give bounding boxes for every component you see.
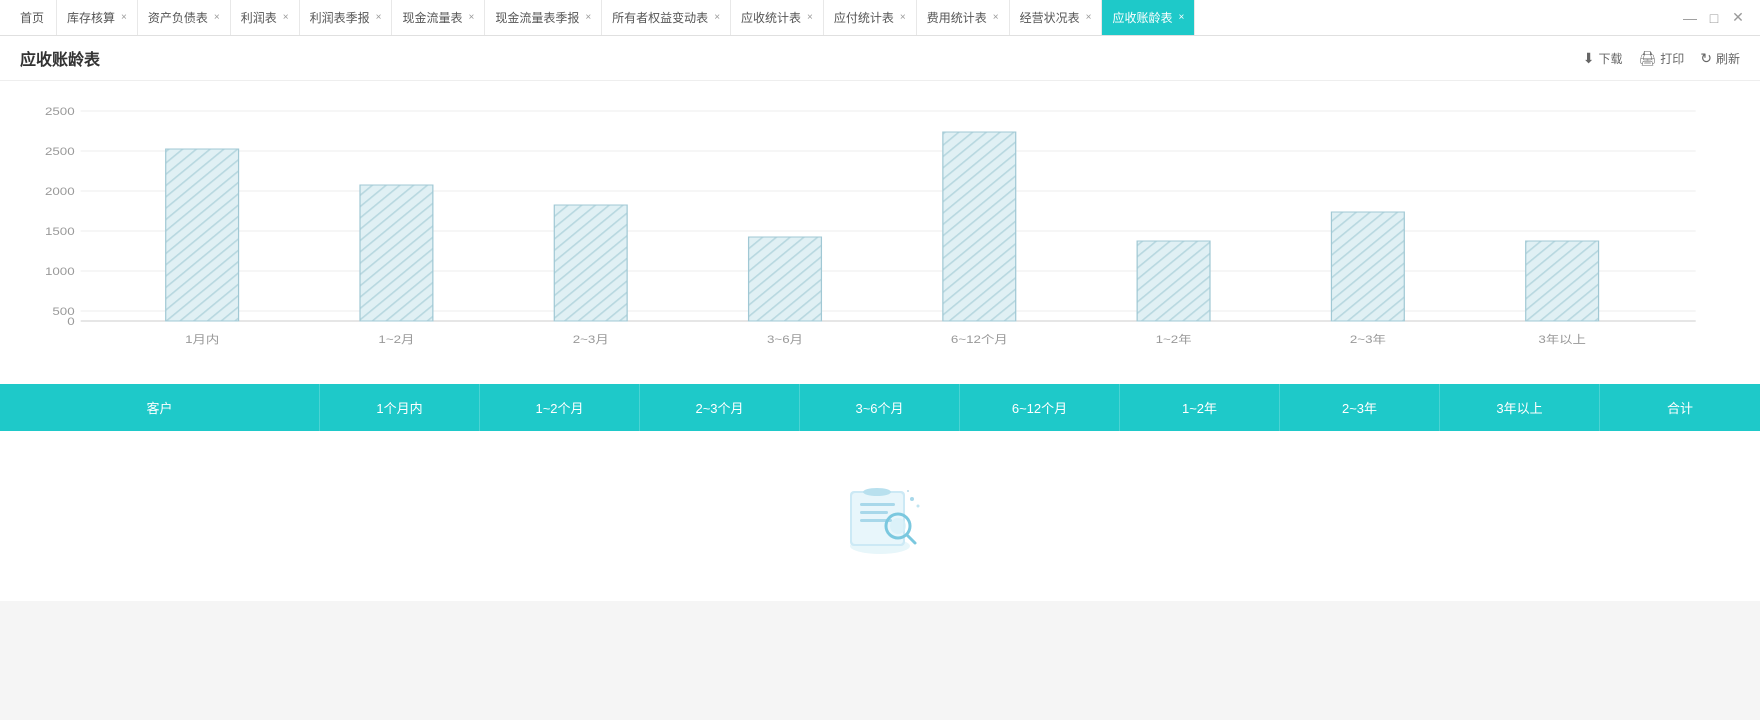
- tab-ar-aging[interactable]: 应收账龄表 ×: [1102, 0, 1195, 36]
- header-cell-6-12m: 6~12个月: [960, 384, 1120, 431]
- tab-balance-label: 资产负债表: [148, 9, 208, 26]
- bar-6-12月: [943, 132, 1016, 321]
- tab-expense-stats-label: 费用统计表: [927, 9, 987, 26]
- download-button[interactable]: ⬇ 下载: [1583, 50, 1623, 67]
- header-cell-customer: 客户: [0, 384, 320, 431]
- header-cell-2-3y: 2~3年: [1280, 384, 1440, 431]
- print-label: 打印: [1660, 50, 1684, 67]
- header-cell-1-2m: 1~2个月: [480, 384, 640, 431]
- tab-inventory[interactable]: 库存核算 ×: [57, 0, 138, 36]
- tab-profit[interactable]: 利润表 ×: [231, 0, 300, 36]
- header-cell-1m: 1个月内: [320, 384, 480, 431]
- empty-state: [0, 431, 1760, 601]
- bar-chart: 0 500 1000 1500 2000 2500 2500: [20, 101, 1720, 361]
- tab-cashflow-quarterly-label: 现金流量表季报: [495, 9, 579, 26]
- tab-expense-stats-close[interactable]: ×: [993, 12, 999, 23]
- tab-cashflow-close[interactable]: ×: [468, 12, 474, 23]
- tab-ar-stats-label: 应收统计表: [741, 9, 801, 26]
- svg-text:2500: 2500: [45, 105, 75, 118]
- header-cell-3y-plus: 3年以上: [1440, 384, 1600, 431]
- tab-equity-close[interactable]: ×: [714, 12, 720, 23]
- bar-2-3月: [554, 205, 627, 321]
- window-controls: — □ ✕: [1680, 8, 1752, 28]
- svg-text:1500: 1500: [45, 225, 75, 238]
- tab-profit-close[interactable]: ×: [283, 12, 289, 23]
- tab-cashflow-quarterly[interactable]: 现金流量表季报 ×: [485, 0, 602, 36]
- maximize-button[interactable]: □: [1704, 8, 1724, 28]
- svg-text:1月内: 1月内: [185, 333, 219, 346]
- tab-balance-close[interactable]: ×: [214, 12, 220, 23]
- refresh-icon: ↻: [1700, 50, 1712, 67]
- svg-text:2000: 2000: [45, 185, 75, 198]
- tab-cashflow[interactable]: 现金流量表 ×: [392, 0, 485, 36]
- print-button[interactable]: 🖨 打印: [1638, 50, 1684, 67]
- tab-ar-aging-label: 应收账龄表: [1112, 9, 1172, 26]
- tab-ap-stats-close[interactable]: ×: [900, 12, 906, 23]
- svg-text:2500: 2500: [45, 145, 75, 158]
- svg-text:1000: 1000: [45, 265, 75, 278]
- tab-equity-label: 所有者权益变动表: [612, 9, 708, 26]
- tab-equity[interactable]: 所有者权益变动表 ×: [602, 0, 731, 36]
- bar-1-2月: [360, 185, 433, 321]
- svg-text:2~3年: 2~3年: [1350, 333, 1386, 346]
- tab-cashflow-label: 现金流量表: [402, 9, 462, 26]
- chart-area: 0 500 1000 1500 2000 2500 2500: [0, 81, 1760, 384]
- table-header: 客户 1个月内 1~2个月 2~3个月 3~6个月 6~12个月 1~2年 2~…: [0, 384, 1760, 431]
- bar-3年以上: [1526, 241, 1599, 321]
- bar-2-3年: [1331, 212, 1404, 321]
- tab-ar-stats-close[interactable]: ×: [807, 12, 813, 23]
- tab-bar: 首页 库存核算 × 资产负债表 × 利润表 × 利润表季报 × 现金流量表 × …: [0, 0, 1760, 36]
- minimize-button[interactable]: —: [1680, 8, 1700, 28]
- download-label: 下载: [1598, 50, 1622, 67]
- bar-3-6月: [749, 237, 822, 321]
- tab-inventory-close[interactable]: ×: [121, 12, 127, 23]
- tab-profit-quarterly-close[interactable]: ×: [376, 12, 382, 23]
- tab-operations[interactable]: 经营状况表 ×: [1010, 0, 1103, 36]
- download-icon: ⬇: [1583, 50, 1595, 67]
- main-content: 0 500 1000 1500 2000 2500 2500: [0, 81, 1760, 601]
- tab-expense-stats[interactable]: 费用统计表 ×: [917, 0, 1010, 36]
- svg-text:500: 500: [52, 305, 74, 318]
- header-cell-2-3m: 2~3个月: [640, 384, 800, 431]
- tab-ap-stats-label: 应付统计表: [834, 9, 894, 26]
- tab-home[interactable]: 首页: [8, 0, 57, 36]
- refresh-button[interactable]: ↻ 刷新: [1700, 50, 1740, 67]
- tab-profit-quarterly-label: 利润表季报: [310, 9, 370, 26]
- tab-inventory-label: 库存核算: [67, 9, 115, 26]
- empty-icon: [830, 471, 930, 561]
- header-cell-total: 合计: [1600, 384, 1760, 431]
- svg-text:6~12个月: 6~12个月: [951, 333, 1008, 346]
- svg-text:2~3月: 2~3月: [573, 333, 609, 346]
- refresh-label: 刷新: [1716, 50, 1740, 67]
- tab-balance[interactable]: 资产负债表 ×: [138, 0, 231, 36]
- tab-cashflow-quarterly-close[interactable]: ×: [585, 12, 591, 23]
- tab-ap-stats[interactable]: 应付统计表 ×: [824, 0, 917, 36]
- page-header: 应收账龄表 ⬇ 下载 🖨 打印 ↻ 刷新: [0, 36, 1760, 81]
- header-cell-3-6m: 3~6个月: [800, 384, 960, 431]
- close-button[interactable]: ✕: [1728, 8, 1748, 28]
- print-icon: 🖨: [1638, 50, 1656, 67]
- tab-home-label: 首页: [20, 9, 44, 26]
- tab-operations-close[interactable]: ×: [1086, 12, 1092, 23]
- bar-1-2年: [1137, 241, 1210, 321]
- tab-ar-stats[interactable]: 应收统计表 ×: [731, 0, 824, 36]
- tab-profit-label: 利润表: [241, 9, 277, 26]
- tab-ar-aging-close[interactable]: ×: [1178, 12, 1184, 23]
- svg-text:3~6月: 3~6月: [767, 333, 803, 346]
- svg-text:3年以上: 3年以上: [1538, 333, 1585, 346]
- svg-text:1~2年: 1~2年: [1156, 333, 1192, 346]
- bar-1月内: [166, 149, 239, 321]
- header-cell-1-2y: 1~2年: [1120, 384, 1280, 431]
- tab-profit-quarterly[interactable]: 利润表季报 ×: [300, 0, 393, 36]
- svg-text:1~2月: 1~2月: [378, 333, 414, 346]
- tab-operations-label: 经营状况表: [1020, 9, 1080, 26]
- header-actions: ⬇ 下载 🖨 打印 ↻ 刷新: [1583, 50, 1740, 67]
- page-title: 应收账龄表: [20, 46, 100, 70]
